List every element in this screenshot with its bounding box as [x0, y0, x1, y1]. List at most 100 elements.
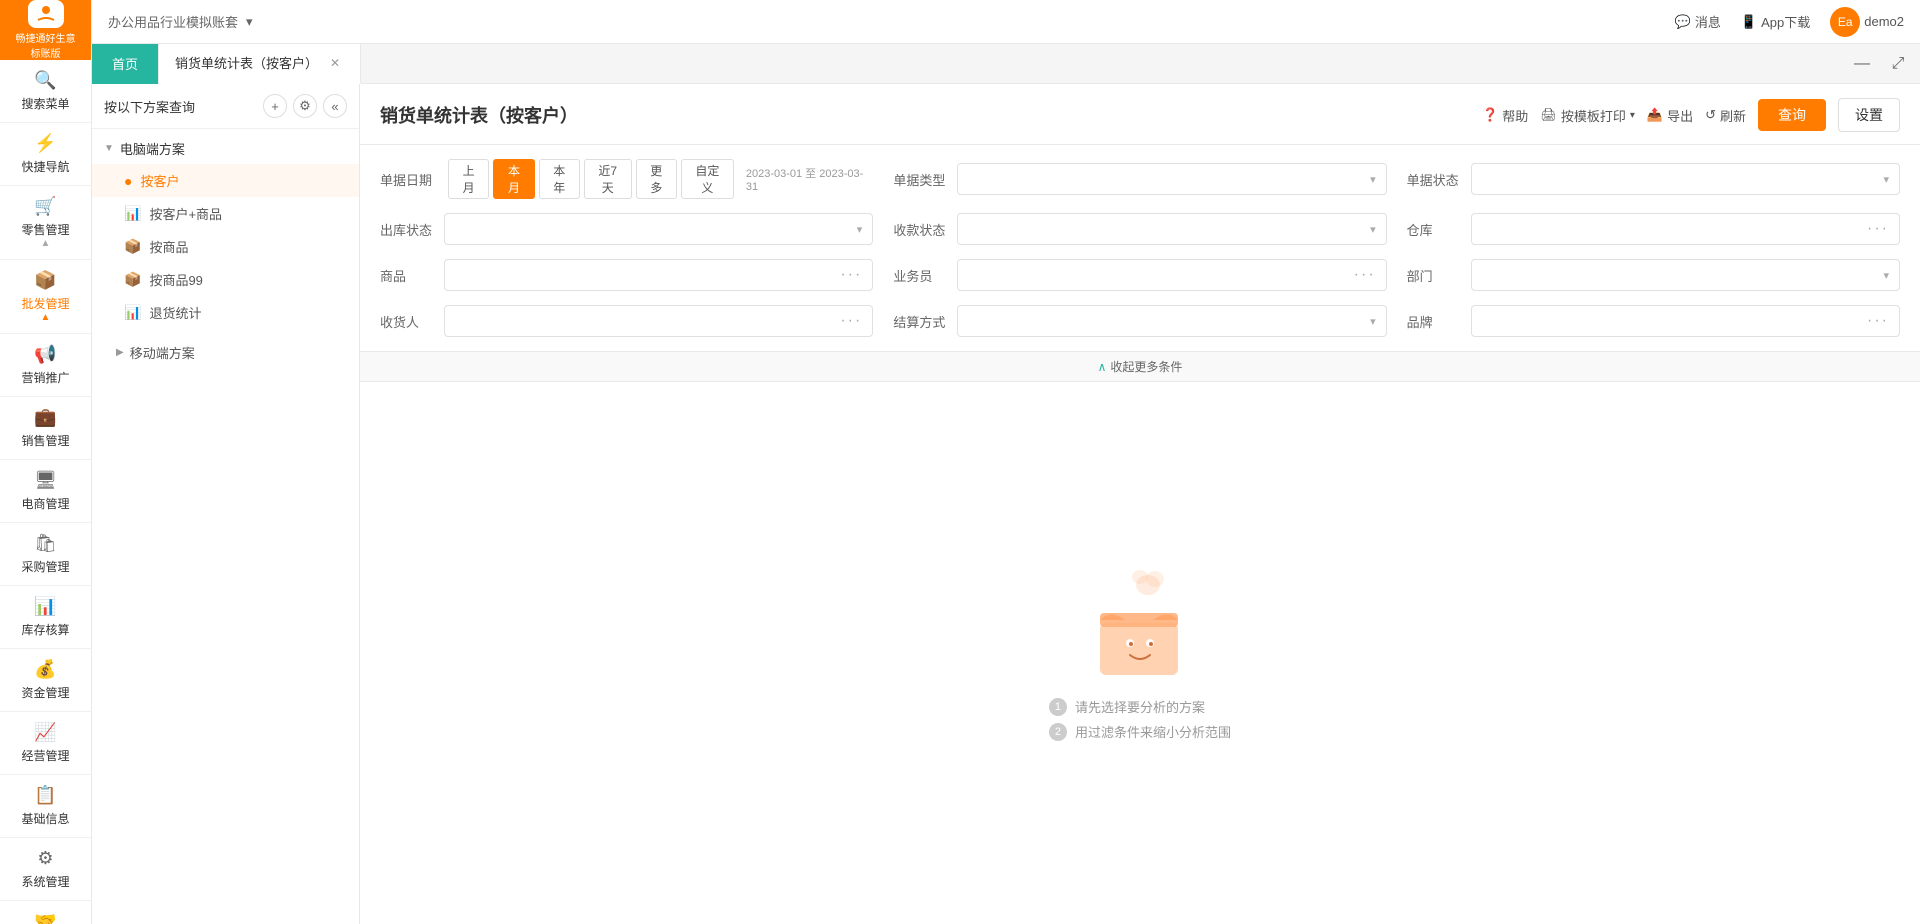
sidebar-item-search[interactable]: 🔍 搜索菜单 — [0, 60, 92, 123]
basic-icon: 📋 — [34, 785, 56, 806]
filter-goods-input[interactable]: ··· — [444, 259, 873, 291]
add-scheme-button[interactable]: + — [263, 94, 287, 118]
filter-date-label: 单据日期 — [380, 170, 436, 189]
sidebar-item-label: 基础信息 — [21, 810, 69, 827]
sidebar-item-enterprise[interactable]: 🤝 企业协同 — [0, 901, 92, 924]
filter-department-input[interactable]: ▾ — [1471, 259, 1900, 291]
inventory-icon: 📊 — [34, 596, 56, 617]
filter-warehouse: 仓库 ··· — [1407, 213, 1900, 245]
filter-ship-status-input[interactable]: ▾ — [444, 213, 873, 245]
purchase-icon: 🛍 — [34, 533, 57, 554]
date-btn-last-month[interactable]: 上月 — [448, 159, 489, 199]
sidebar-item-ecommerce[interactable]: 🖥 电商管理 — [0, 460, 92, 523]
filter-ship-status: 出库状态 ▾ — [380, 213, 873, 245]
system-icon: ⚙ — [37, 848, 53, 869]
filter-area: 单据日期 上月 本月 本年 近7天 更多 自定义 2023-03-01 至 20… — [360, 145, 1920, 352]
filter-warehouse-input[interactable]: ··· — [1471, 213, 1900, 245]
sidebar-item-finance[interactable]: 💰 资金管理 — [0, 649, 92, 712]
collapse-bar[interactable]: ∧ 收起更多条件 — [360, 352, 1920, 382]
tab-maximize-button[interactable]: ⤢ — [1884, 50, 1912, 78]
filter-salesperson-input[interactable]: ··· — [957, 259, 1386, 291]
page-content: 按以下方案查询 + ⚙ « ▼ 电脑端方案 — [92, 84, 1920, 924]
sidebar-item-operations[interactable]: 📈 经营管理 — [0, 712, 92, 775]
logo-icon — [28, 0, 64, 28]
filter-payment-status-chevron: ▾ — [1370, 223, 1376, 236]
marketing-icon: 📢 — [34, 344, 56, 365]
collapse-panel-button[interactable]: « — [323, 94, 347, 118]
filter-brand-input[interactable]: ··· — [1471, 305, 1900, 337]
print-icon: 🖨 — [1540, 107, 1557, 123]
date-btn-more[interactable]: 更多 — [636, 159, 677, 199]
tab-home-label: 首页 — [112, 54, 138, 73]
tab-sales-summary[interactable]: 销货单统计表（按客户） ✕ — [159, 44, 361, 84]
tab-close-button[interactable]: ✕ — [326, 54, 344, 72]
app-download-button[interactable]: 📱 App下载 — [1741, 12, 1810, 31]
user-menu[interactable]: Ea demo2 — [1830, 7, 1904, 37]
sidebar-item-inventory[interactable]: 📊 库存核算 — [0, 586, 92, 649]
sidebar-item-label: 销售管理 — [21, 432, 69, 449]
retail-icon: 🛒 — [34, 196, 56, 217]
date-btn-this-year[interactable]: 本年 — [539, 159, 580, 199]
filter-goods: 商品 ··· — [380, 259, 873, 291]
export-button[interactable]: 📤 导出 — [1647, 106, 1693, 125]
tabs-bar: 首页 销货单统计表（按客户） ✕ — ⤢ — [92, 44, 1920, 84]
filter-settlement-input[interactable]: ▾ — [957, 305, 1386, 337]
tree-item-by-customer-goods[interactable]: 📊 按客户+商品 — [92, 197, 359, 230]
left-panel-tools: + ⚙ « — [263, 94, 347, 118]
empty-illustration — [1080, 565, 1200, 685]
tree-item-by-goods99[interactable]: 📦 按商品99 — [92, 263, 359, 296]
date-btn-last7[interactable]: 近7天 — [584, 159, 632, 199]
user-name: demo2 — [1864, 14, 1904, 29]
sidebar-item-quick-nav[interactable]: ⚡ 快捷导航 — [0, 123, 92, 186]
sidebar-item-wholesale[interactable]: 📦 批发管理 ▲ — [0, 260, 92, 334]
sidebar-item-basic[interactable]: 📋 基础信息 — [0, 775, 92, 838]
settings-button[interactable]: 设置 — [1838, 98, 1900, 132]
filter-order-status-label: 单据状态 — [1407, 170, 1463, 189]
tree-desktop-header[interactable]: ▼ 电脑端方案 — [92, 133, 359, 164]
filter-payment-status-input[interactable]: ▾ — [957, 213, 1386, 245]
header-actions: 💬 消息 📱 App下载 Ea demo2 — [1675, 7, 1904, 37]
collapse-chevron-icon: ∧ — [1098, 360, 1107, 374]
search-icon: 🔍 — [34, 70, 56, 91]
tree-item-return-stats[interactable]: 📊 退货统计 — [92, 296, 359, 329]
collapse-button[interactable]: ∧ 收起更多条件 — [1098, 358, 1183, 375]
sidebar-item-marketing[interactable]: 📢 营销推广 — [0, 334, 92, 397]
filter-order-type-input[interactable]: ▾ — [957, 163, 1386, 195]
sidebar-item-sales[interactable]: 💼 销售管理 — [0, 397, 92, 460]
sidebar-item-purchase[interactable]: 🛍 采购管理 — [0, 523, 92, 586]
template-print-button[interactable]: 🖨 按模板打印 ▾ — [1540, 106, 1635, 125]
filter-order-status-input[interactable]: ▾ — [1471, 163, 1900, 195]
filter-department: 部门 ▾ — [1407, 259, 1900, 291]
sidebar-item-retail[interactable]: 🛒 零售管理 ▲ — [0, 186, 92, 260]
export-label: 导出 — [1667, 106, 1693, 125]
tree-mobile-header[interactable]: ▶ 移动端方案 — [92, 337, 359, 368]
query-button[interactable]: 查询 — [1758, 99, 1826, 131]
page-title: 销货单统计表（按客户） — [380, 102, 578, 140]
tree-item-by-customer[interactable]: ● 按客户 — [92, 164, 359, 197]
tree-desktop-group: ▼ 电脑端方案 ● 按客户 📊 按客户+商品 📦 按商品 📦 — [92, 129, 359, 333]
print-dropdown-icon: ▾ — [1630, 110, 1635, 121]
message-button[interactable]: 💬 消息 — [1675, 12, 1721, 31]
sidebar-item-label: 搜索菜单 — [21, 95, 69, 112]
left-panel: 按以下方案查询 + ⚙ « ▼ 电脑端方案 — [92, 84, 360, 924]
tip-num-1: 1 — [1049, 698, 1067, 716]
refresh-scheme-button[interactable]: ⚙ — [293, 94, 317, 118]
tab-home[interactable]: 首页 — [92, 44, 159, 84]
date-btn-this-month[interactable]: 本月 — [493, 159, 534, 199]
dropdown-icon[interactable]: ▾ — [246, 14, 253, 30]
sidebar-item-system[interactable]: ⚙ 系统管理 — [0, 838, 92, 901]
add-icon: + — [271, 99, 279, 114]
refresh-button[interactable]: ↺ 刷新 — [1705, 106, 1746, 125]
date-btn-custom[interactable]: 自定义 — [681, 159, 734, 199]
goods-icon: 📦 — [124, 238, 141, 255]
filter-payment-status-label: 收款状态 — [893, 220, 949, 239]
help-button[interactable]: ❓ 帮助 — [1482, 106, 1528, 125]
wholesale-icon: 📦 — [34, 270, 56, 291]
filter-order-type-chevron: ▾ — [1370, 173, 1376, 186]
tab-minimize-button[interactable]: — — [1848, 50, 1876, 78]
tab-sales-label: 销货单统计表（按客户） — [175, 53, 318, 72]
tree-arrow-icon: ▼ — [104, 143, 114, 154]
filter-receiver-input[interactable]: ··· — [444, 305, 873, 337]
left-panel-title: 按以下方案查询 — [104, 97, 195, 116]
tree-item-by-goods[interactable]: 📦 按商品 — [92, 230, 359, 263]
